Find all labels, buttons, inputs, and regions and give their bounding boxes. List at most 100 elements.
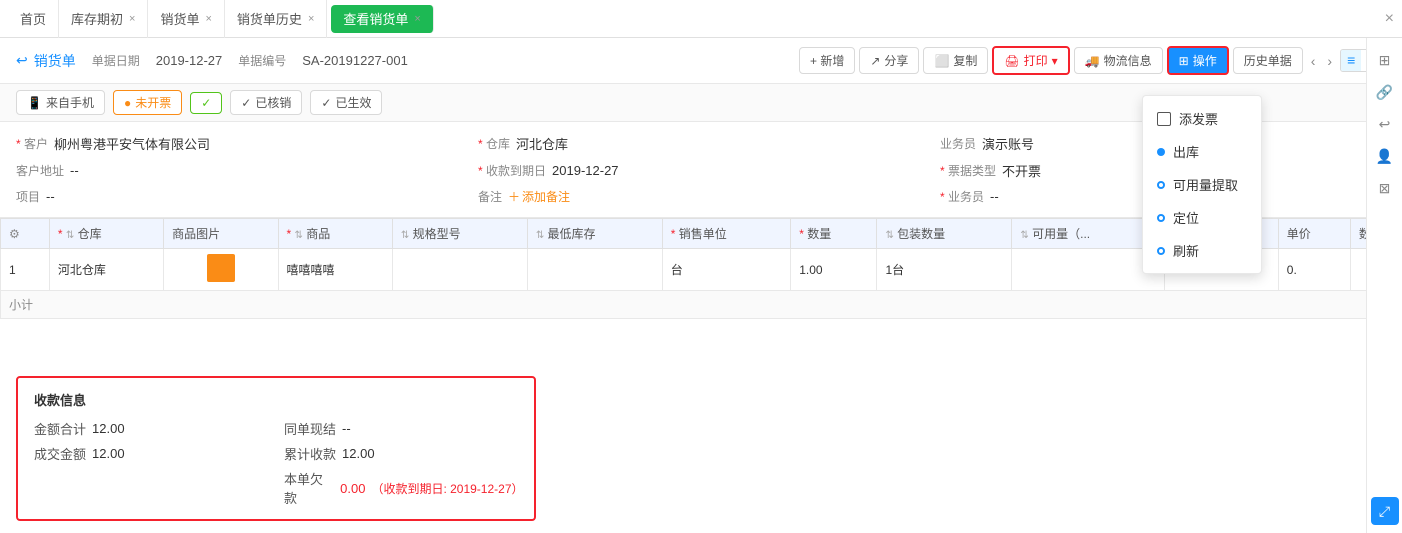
copy-button[interactable]: ⬜ 复制 [923,47,988,74]
address-row: 客户地址 -- [16,161,462,180]
current-due-value: 0.00 [340,481,365,496]
effective-button[interactable]: ✓ 已生效 [310,90,382,115]
transaction-label: 成交金额 [34,444,86,463]
tab-home[interactable]: 首页 [8,0,59,38]
effective-icon: ✓ [321,96,331,110]
sidebar-icon-2[interactable]: 🔗 [1371,78,1399,106]
transaction-row: 成交金额 12.00 [34,444,268,463]
tab-inventory-init[interactable]: 库存期初 × [59,0,148,38]
cancel-button[interactable]: ✓ 已核销 [230,90,302,115]
cell-product: 嘻嘻嘻嘻 [278,249,392,291]
th-spec: ⇅ 规格型号 [392,219,527,249]
total-row: 金额合计 12.00 [34,419,268,438]
customer-value: 柳州粤港平安气体有限公司 [54,134,210,153]
not-opened-button[interactable]: ● 未开票 [113,90,182,115]
doc-actions: + 新增 ↗ 分享 ⬜ 复制 🖨 打印 ▾ 🚚 物流信息 ⊞ 操作 [799,46,1386,75]
sidebar-icon-1[interactable]: ⊞ [1371,46,1399,74]
sidebar-icon-3[interactable]: ↩ [1371,110,1399,138]
check-icon: ✓ [201,96,211,110]
add-invoice-item[interactable]: 添发票 [1143,102,1261,135]
print-dropdown-icon: ▾ [1052,54,1058,68]
mobile-icon: 📱 [27,96,42,110]
doc-meta: 单据日期 2019-12-27 单据编号 SA-20191227-001 [92,52,408,69]
subtotal-label: 小计 [1,291,1402,319]
close-tab-sales[interactable]: × [205,13,211,25]
product-image-icon [207,254,235,282]
add-note-button[interactable]: ＋ 添加备注 [508,188,570,205]
total-value: 12.00 [92,421,125,436]
customer-row: 客户 柳州粤港平安气体有限公司 [16,134,462,153]
cancel-icon: ✓ [241,96,251,110]
invoice-type-value: 不开票 [1002,161,1041,180]
refresh-item[interactable]: 刷新 [1143,234,1261,267]
salesperson2-value: -- [990,189,999,204]
cell-image [164,249,278,291]
locate-radio [1157,214,1165,222]
operations-button[interactable]: ⊞ 操作 [1167,46,1229,75]
operations-dropdown: 添发票 出库 可用量提取 定位 刷新 [1142,95,1262,274]
th-product-image: 商品图片 [164,219,278,249]
total-label: 金额合计 [34,419,86,438]
th-price: 单价 [1278,219,1350,249]
th-settings: ⚙ [1,219,50,249]
tab-view-sales-order[interactable]: 查看销货单 × [331,5,433,33]
tab-sales-history[interactable]: 销货单历史 × [225,0,327,38]
right-sidebar: ⊞ 🔗 ↩ 👤 ⊠ ⤢ [1366,38,1402,533]
number-value: SA-20191227-001 [302,53,408,68]
gear-icon[interactable]: ⚙ [9,227,20,241]
checked-button[interactable]: ✓ [190,92,222,114]
th-product: ⇅ 商品 [278,219,392,249]
close-tab-view-sales[interactable]: × [414,13,420,25]
sort-icon: ⇅ [66,230,74,241]
add-invoice-checkbox [1157,112,1171,126]
history-button[interactable]: 历史单据 [1233,47,1303,74]
cell-quantity: 1.00 [791,249,877,291]
list-view-button[interactable]: ≡ [1341,50,1361,71]
sidebar-icon-5[interactable]: ⊠ [1371,174,1399,202]
copy-icon: ⬜ [934,54,949,68]
doc-header: ↩ 销货单 单据日期 2019-12-27 单据编号 SA-20191227-0… [0,38,1402,84]
from-mobile-button[interactable]: 📱 来自手机 [16,90,105,115]
warehouse-row: 仓库 河北仓库 [478,134,924,153]
project-value: -- [46,189,55,204]
print-icon: 🖨 [1004,54,1019,68]
cell-warehouse: 河北仓库 [49,249,163,291]
salesperson2-label: 业务员 [940,188,984,205]
sort-icon2: ⇅ [295,230,303,241]
doc-title: ↩ 销货单 [16,51,76,71]
close-all-tabs[interactable]: × [1385,10,1394,28]
cell-spec [392,249,527,291]
warehouse-value: 河北仓库 [516,134,568,153]
plus-icon: ＋ [508,188,520,205]
share-button[interactable]: ↗ 分享 [859,47,919,74]
next-record-button[interactable]: › [1323,51,1336,71]
th-quantity: 数量 [791,219,877,249]
customer-label: 客户 [16,135,48,152]
payment-section: 收款信息 金额合计 12.00 同单现结 -- 成交金额 12.00 累计收款 … [16,376,536,521]
current-due-label: 本单欠款 [284,469,334,507]
prev-record-button[interactable]: ‹ [1307,51,1320,71]
new-button[interactable]: + 新增 [799,47,855,74]
locate-item[interactable]: 定位 [1143,201,1261,234]
close-tab-inventory[interactable]: × [129,13,135,25]
th-warehouse: ⇅ 仓库 [49,219,163,249]
project-label: 项目 [16,188,40,205]
refresh-radio [1157,247,1165,255]
warehouse-label: 仓库 [478,135,510,152]
logistics-button[interactable]: 🚚 物流信息 [1074,47,1163,74]
th-pack-qty: ⇅ 包装数量 [877,219,1012,249]
print-button[interactable]: 🖨 打印 ▾ [992,46,1069,75]
sort-icon6: ⇅ [1020,230,1028,241]
outbound-item[interactable]: 出库 [1143,135,1261,168]
truck-icon: 🚚 [1085,54,1100,68]
cumulative-label: 累计收款 [284,444,336,463]
address-label: 客户地址 [16,162,64,179]
due-date-row: 收款到期日 2019-12-27 [478,161,924,180]
expand-icon[interactable]: ⤢ [1371,497,1399,525]
close-tab-sales-history[interactable]: × [308,13,314,25]
available-qty-item[interactable]: 可用量提取 [1143,168,1261,201]
tab-sales-order[interactable]: 销货单 × [148,0,224,38]
invoice-icon: ● [124,96,131,110]
grid-icon: ⊞ [1179,54,1189,68]
sidebar-icon-4[interactable]: 👤 [1371,142,1399,170]
